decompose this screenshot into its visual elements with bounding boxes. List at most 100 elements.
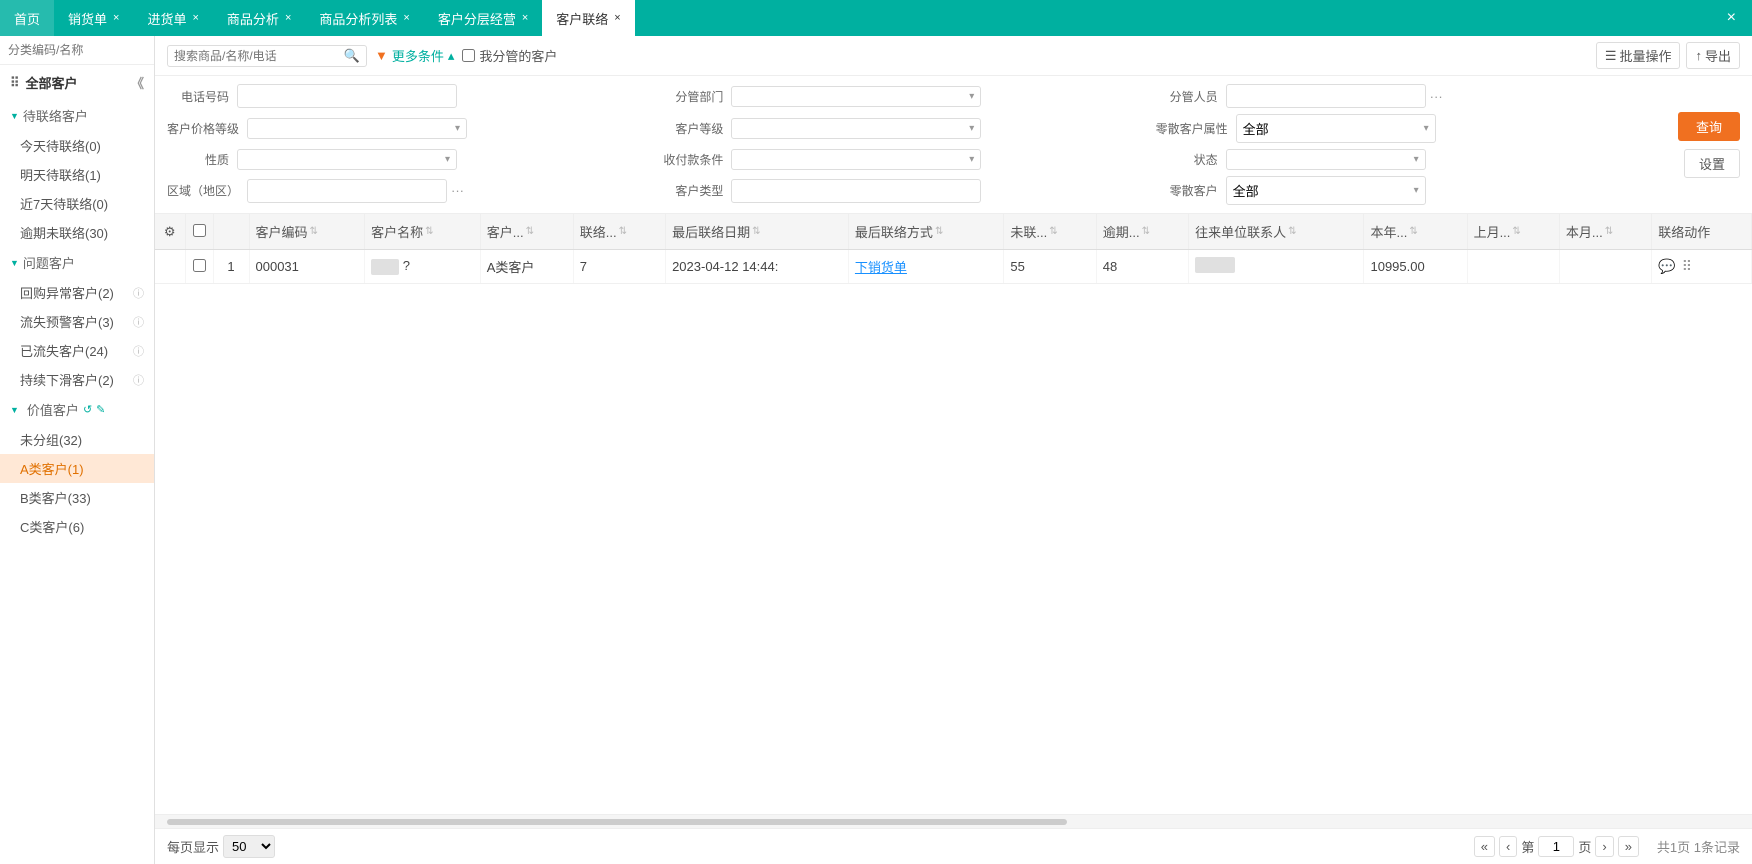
customer-type-label: 客户类型	[661, 182, 731, 199]
sidebar-item-declining[interactable]: 持续下滑客户(2) ⓘ	[0, 365, 154, 394]
region-input[interactable]	[247, 179, 447, 203]
table-header-row: ⚙ 客户编码 ⇅ 客户名称 ⇅	[155, 214, 1752, 250]
sidebar-collapse-button[interactable]: 《	[131, 73, 144, 92]
per-page-select[interactable]: 50 100 200	[223, 835, 275, 858]
export-button[interactable]: ↑ 导出	[1686, 42, 1740, 69]
close-all-button[interactable]: ×	[1719, 5, 1744, 31]
sidebar-item-today[interactable]: 今天待联络(0)	[0, 131, 154, 160]
status-arrow: ▾	[1414, 154, 1419, 165]
sort-icon-thismonth: ⇅	[1605, 226, 1613, 237]
status-select[interactable]: ▾	[1226, 149, 1426, 170]
first-page-button[interactable]: «	[1474, 836, 1495, 857]
col-header-thismonth[interactable]: 本月... ⇅	[1559, 214, 1651, 250]
tab-home[interactable]: 首页	[0, 0, 54, 36]
scattered-select[interactable]: 全部 ▾	[1226, 176, 1426, 205]
region-dots[interactable]: ···	[451, 183, 464, 198]
page-number-input[interactable]	[1538, 836, 1574, 857]
row-code-cell: 000031	[249, 250, 365, 284]
nature-select[interactable]: ▾	[237, 149, 457, 170]
close-product-analysis-tab[interactable]: ×	[285, 12, 291, 24]
refresh-icon[interactable]: ↺	[83, 403, 92, 416]
query-button[interactable]: 查询	[1678, 112, 1740, 141]
tab-product-analysis[interactable]: 商品分析 ×	[213, 0, 305, 36]
sidebar-all-customers[interactable]: ⠿ 全部客户 《	[0, 65, 154, 100]
col-header-code[interactable]: 客户编码 ⇅	[249, 214, 365, 250]
edit-icon[interactable]: ✎	[96, 403, 105, 416]
sidebar-item-week[interactable]: 近7天待联络(0)	[0, 189, 154, 218]
col-header-lastmethod[interactable]: 最后联络方式 ⇅	[848, 214, 1003, 250]
my-customers-check[interactable]	[462, 49, 475, 62]
tab-product-analysis-list[interactable]: 商品分析列表 ×	[305, 0, 423, 36]
sidebar-item-overdue[interactable]: 逾期未联络(30)	[0, 218, 154, 247]
col-header-check[interactable]	[185, 214, 213, 250]
col-header-gear[interactable]: ⚙	[155, 214, 185, 250]
total-records-label: 共1页 1条记录	[1657, 837, 1740, 856]
dept-select[interactable]: ▾	[731, 86, 981, 107]
horizontal-scrollbar[interactable]	[155, 814, 1752, 828]
person-dots[interactable]: ···	[1430, 89, 1443, 104]
col-header-name[interactable]: 客户名称 ⇅	[365, 214, 481, 250]
sidebar-item-repurchase[interactable]: 回购异常客户(2) ⓘ	[0, 278, 154, 307]
sidebar-item-lost[interactable]: 已流失客户(24) ⓘ	[0, 336, 154, 365]
row-uncontacted-cell: 55	[1004, 250, 1096, 284]
search-icon[interactable]: 🔍	[344, 48, 360, 64]
select-all-checkbox[interactable]	[193, 224, 206, 237]
customer-type-input[interactable]	[731, 179, 981, 203]
sidebar-item-classC[interactable]: C类客户(6)	[0, 512, 154, 541]
top-navigation: 首页 销货单 × 进货单 × 商品分析 × 商品分析列表 × 客户分层经营 × …	[0, 0, 1752, 36]
sort-icon-name: ⇅	[425, 226, 433, 237]
tab-customer-segmentation[interactable]: 客户分层经营 ×	[424, 0, 542, 36]
col-header-level[interactable]: 客户... ⇅	[480, 214, 573, 250]
action-message-icon[interactable]: 💬	[1658, 258, 1675, 275]
more-filters-button[interactable]: ▼ 更多条件 ▴	[375, 46, 454, 65]
col-header-lastmonth[interactable]: 上月... ⇅	[1467, 214, 1559, 250]
phone-input[interactable]	[237, 84, 457, 108]
last-page-button[interactable]: »	[1618, 836, 1639, 857]
next-page-button[interactable]: ›	[1595, 836, 1613, 857]
col-header-lastdate[interactable]: 最后联络日期 ⇅	[666, 214, 849, 250]
customer-level-select[interactable]: ▾	[731, 118, 981, 139]
sidebar-item-classB[interactable]: B类客户(33)	[0, 483, 154, 512]
sidebar-item-churn[interactable]: 流失预警客户(3) ⓘ	[0, 307, 154, 336]
sidebar: 🔍 ⠿ 全部客户 《 待联络客户 今天待联络(0) 明天待联络(1) 近7天待联…	[0, 36, 155, 864]
close-purchase-tab[interactable]: ×	[192, 12, 198, 24]
tab-purchase[interactable]: 进货单 ×	[133, 0, 212, 36]
prev-page-button[interactable]: ‹	[1499, 836, 1517, 857]
batch-ops-button[interactable]: ☰ 批量操作	[1596, 42, 1681, 69]
close-product-analysis-list-tab[interactable]: ×	[403, 12, 409, 24]
scattered-attr-label: 零散客户属性	[1156, 120, 1236, 137]
row-name-cell[interactable]: ?	[365, 250, 481, 284]
scattered-attr-select[interactable]: 全部 ▾	[1236, 114, 1436, 143]
set-button[interactable]: 设置	[1684, 149, 1740, 178]
action-more-icon[interactable]: ⠿	[1682, 258, 1692, 275]
dept-label: 分管部门	[661, 88, 731, 105]
col-header-thisyear[interactable]: 本年... ⇅	[1364, 214, 1467, 250]
price-level-select[interactable]: ▾	[247, 118, 467, 139]
close-sales-tab[interactable]: ×	[113, 12, 119, 24]
per-page-selector: 每页显示 50 100 200	[167, 835, 275, 858]
dept-arrow: ▾	[969, 91, 974, 102]
sidebar-search-input[interactable]	[8, 43, 155, 57]
more-arrow: ▴	[448, 48, 455, 64]
payment-select[interactable]: ▾	[731, 149, 981, 170]
col-header-uncontacted[interactable]: 未联... ⇅	[1004, 214, 1096, 250]
tab-customer-contact[interactable]: 客户联络 ×	[542, 0, 634, 36]
last-method-link[interactable]: 下销货单	[855, 260, 907, 275]
close-customer-contact-tab[interactable]: ×	[614, 12, 620, 24]
sidebar-item-unclassified[interactable]: 未分组(32)	[0, 425, 154, 454]
table-footer: 每页显示 50 100 200 « ‹ 第 页 › » 共1页 1条记录	[155, 828, 1752, 864]
customer-table: ⚙ 客户编码 ⇅ 客户名称 ⇅	[155, 214, 1752, 284]
tab-sales[interactable]: 销货单 ×	[54, 0, 133, 36]
close-customer-segmentation-tab[interactable]: ×	[522, 12, 528, 24]
search-input[interactable]	[174, 49, 344, 63]
col-header-contact2[interactable]: 往来单位联系人 ⇅	[1189, 214, 1364, 250]
row-check-cell[interactable]	[185, 250, 213, 284]
sidebar-item-classA[interactable]: A类客户(1)	[0, 454, 154, 483]
row-lastmethod-cell[interactable]: 下销货单	[848, 250, 1003, 284]
col-header-contact[interactable]: 联络... ⇅	[573, 214, 665, 250]
person-input[interactable]	[1226, 84, 1426, 108]
sidebar-item-tomorrow[interactable]: 明天待联络(1)	[0, 160, 154, 189]
my-customers-checkbox[interactable]: 我分管的客户	[462, 46, 557, 65]
row-checkbox[interactable]	[193, 259, 206, 272]
col-header-overdue[interactable]: 逾期... ⇅	[1096, 214, 1188, 250]
